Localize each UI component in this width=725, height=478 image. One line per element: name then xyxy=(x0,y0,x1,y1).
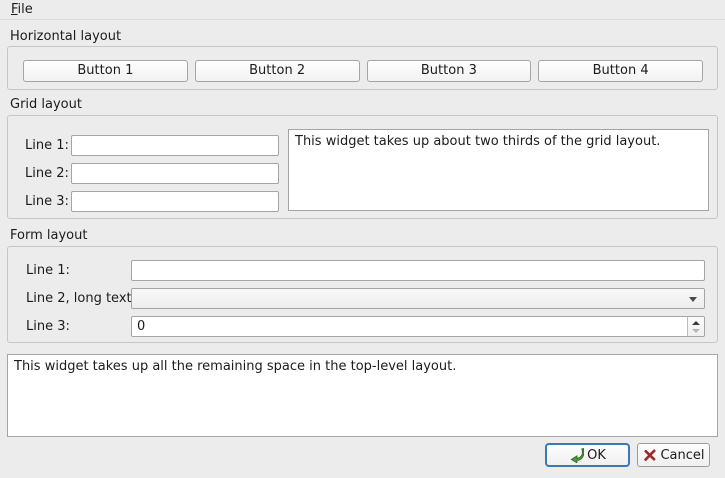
menu-bar: File xyxy=(0,0,725,20)
form-line1-input[interactable] xyxy=(131,260,705,281)
menu-item-file[interactable]: File xyxy=(4,0,40,19)
grid-line1-label: Line 1: xyxy=(25,138,69,153)
form-layout-groupbox: Line 1: Line 2, long text: Line 3: xyxy=(7,246,718,343)
button-4[interactable]: Button 4 xyxy=(538,60,703,82)
button-2[interactable]: Button 2 xyxy=(194,60,360,82)
chevron-down-icon xyxy=(689,297,697,302)
form-line2-combobox[interactable] xyxy=(131,288,705,309)
horizontal-layout-group-title: Horizontal layout xyxy=(10,29,122,44)
ok-green-arrow-icon xyxy=(569,447,585,463)
form-line3-label: Line 3: xyxy=(26,319,70,334)
spinbox-buttons xyxy=(687,317,704,336)
horizontal-button-row: Button 1 Button 2 Button 3 Button 4 xyxy=(23,60,703,82)
bottom-text-edit[interactable]: This widget takes up all the remaining s… xyxy=(7,354,718,437)
grid-text-edit[interactable]: This widget takes up about two thirds of… xyxy=(288,129,709,211)
grid-line3-input[interactable] xyxy=(71,191,279,212)
button-3[interactable]: Button 3 xyxy=(366,60,532,82)
grid-line1-input[interactable] xyxy=(71,135,279,156)
spin-up-icon[interactable] xyxy=(692,320,700,325)
form-line3-spinbox[interactable] xyxy=(131,316,705,337)
form-line1-label: Line 1: xyxy=(26,263,70,278)
horizontal-layout-groupbox: Button 1 Button 2 Button 3 Button 4 xyxy=(7,46,718,90)
grid-line2-input[interactable] xyxy=(71,163,279,184)
cancel-button-label: Cancel xyxy=(660,447,705,463)
form-layout-group-title: Form layout xyxy=(10,228,88,243)
grid-layout-group-title: Grid layout xyxy=(10,97,82,112)
ok-button-label: OK xyxy=(587,447,606,463)
ok-button[interactable]: OK xyxy=(545,443,630,467)
button-1[interactable]: Button 1 xyxy=(23,60,188,82)
cancel-button[interactable]: Cancel xyxy=(637,443,710,467)
basic-layouts-window: { "menu_bar": { "items": [ { "label": "F… xyxy=(0,0,725,478)
spinbox-value-input[interactable] xyxy=(132,317,686,336)
cancel-red-x-icon xyxy=(642,448,657,463)
form-line2-label: Line 2, long text: xyxy=(26,291,136,306)
grid-line2-label: Line 2: xyxy=(25,166,69,181)
spin-down-icon[interactable] xyxy=(692,328,700,333)
grid-layout-groupbox: Line 1: Line 2: Line 3: This widget take… xyxy=(7,115,718,219)
grid-line3-label: Line 3: xyxy=(25,194,69,209)
